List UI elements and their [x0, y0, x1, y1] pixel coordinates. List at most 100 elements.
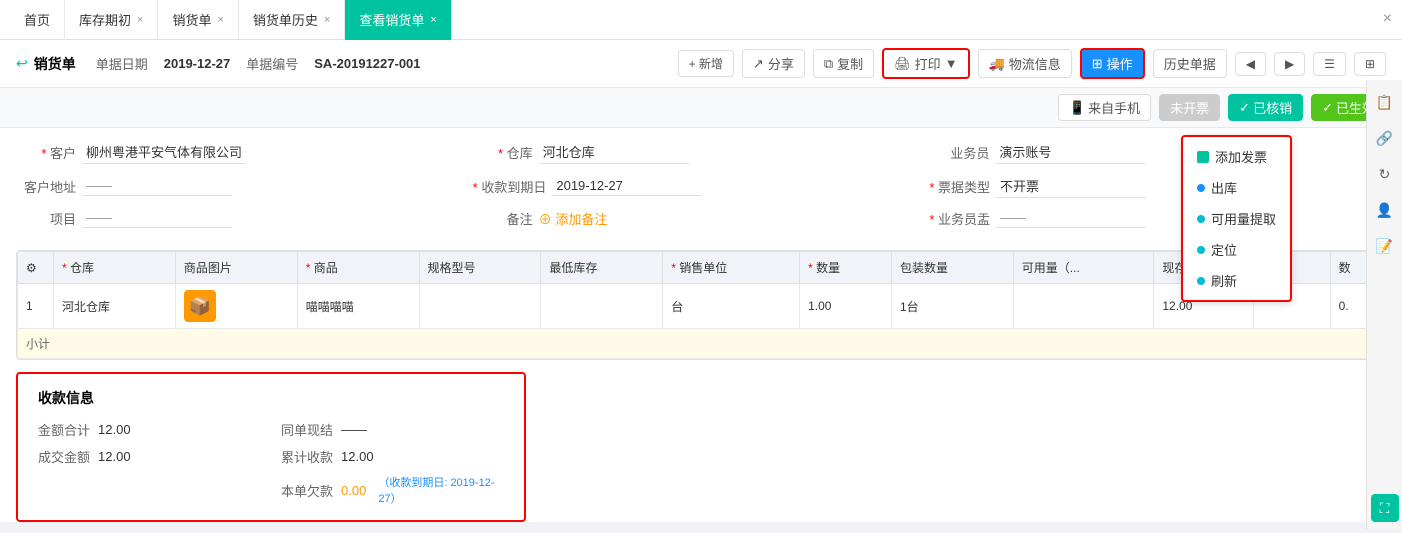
effective-icon: ✓ — [1322, 100, 1333, 116]
doc-title: 销货单 — [34, 54, 76, 74]
locate-dot-icon — [1197, 246, 1205, 254]
staff-value: —— — [996, 208, 1146, 228]
right-icon-link[interactable]: 🔗 — [1371, 124, 1399, 152]
summary-title: 收款信息 — [38, 388, 504, 408]
check-icon: ✓ — [1239, 100, 1250, 116]
print-icon: 🖨 — [894, 56, 911, 72]
salesman-field: 业务员 演示账号 — [929, 140, 1386, 164]
tab-sales-order[interactable]: 销货单 × — [158, 0, 238, 40]
subtotal-label: 小计 — [18, 329, 1385, 359]
view-grid-button[interactable]: ⊞ — [1354, 52, 1386, 76]
tab-inventory-init[interactable]: 库存期初 × — [65, 0, 158, 40]
copy-button[interactable]: ⧉ 复制 — [813, 49, 874, 78]
verified-label: 已核销 — [1253, 98, 1292, 117]
close-icon-4[interactable]: × — [430, 14, 436, 26]
cell-unit: 台 — [663, 284, 800, 329]
dropdown-add-invoice[interactable]: 添加发票 — [1183, 141, 1290, 172]
available-qty-dot-icon — [1197, 215, 1205, 223]
doc-header: ↩ 销货单 单据日期 2019-12-27 单据编号 SA-20191227-0… — [0, 40, 1402, 88]
cumulative-label: 累计收款 — [281, 447, 333, 466]
transaction-label: 成交金额 — [38, 447, 90, 466]
date-value: 2019-12-27 — [164, 56, 231, 71]
operation-label: 操作 — [1107, 54, 1133, 73]
tab-sales-history[interactable]: 销货单历史 × — [239, 0, 345, 40]
dropdown-refresh[interactable]: 刷新 — [1183, 265, 1290, 296]
tab-view-sales[interactable]: 查看销货单 × — [345, 0, 451, 40]
total-amount-value: 12.00 — [98, 422, 131, 437]
dropdown-available-qty[interactable]: 可用量提取 — [1183, 203, 1290, 234]
col-spec: 规格型号 — [419, 252, 541, 284]
cell-available — [1013, 284, 1154, 329]
outbound-dot-icon — [1197, 184, 1205, 192]
right-icon-user[interactable]: 👤 — [1371, 196, 1399, 224]
add-remark-button[interactable]: ⊕ 添加备注 — [539, 209, 608, 228]
history-label: 历史单据 — [1164, 54, 1216, 73]
right-icon-note[interactable]: 📝 — [1371, 232, 1399, 260]
warehouse-label: 仓库 — [473, 143, 533, 162]
address-value: —— — [82, 176, 232, 196]
refresh-dot-icon — [1197, 277, 1205, 285]
operation-button[interactable]: ⊞ 操作 — [1080, 48, 1145, 79]
warehouse-value: 河北仓库 — [539, 140, 689, 164]
window-close-icon[interactable]: × — [1383, 10, 1392, 28]
cell-qty: 1.00 — [800, 284, 892, 329]
dropdown-outbound[interactable]: 出库 — [1183, 172, 1290, 203]
warehouse-field: 仓库 河北仓库 — [473, 140, 930, 164]
operation-icon: ⊞ — [1092, 56, 1103, 72]
customer-label: 客户 — [16, 143, 76, 162]
due-date-label: 收款到期日 — [473, 177, 547, 196]
current-due-item: 本单欠款 0.00 （收款到期日: 2019-12-27） — [281, 474, 504, 506]
logistics-icon: 🚚 — [989, 56, 1005, 72]
col-gear: ⚙ — [18, 252, 54, 284]
action-row: 📱 来自手机 未开票 ✓ 已核销 ✓ 已生效 — [0, 88, 1402, 128]
remark-label: 备注 — [473, 209, 533, 228]
table-row: 1 河北仓库 📦 喵喵喵喵 台 1.00 1台 12.00 — [18, 284, 1385, 329]
staff-label: 业务员盂 — [929, 209, 990, 228]
share-button[interactable]: ↗ 分享 — [742, 49, 805, 78]
nav-next-button[interactable]: ▶ — [1274, 52, 1305, 76]
ticket-type-label: 票据类型 — [929, 177, 990, 196]
cumulative-value: 12.00 — [341, 449, 374, 464]
right-icon-doc[interactable]: 📋 — [1371, 88, 1399, 116]
remark-field: 备注 ⊕ 添加备注 — [473, 209, 930, 228]
total-amount-item: 金额合计 12.00 — [38, 420, 261, 439]
due-date-value: 2019-12-27 — [552, 176, 702, 196]
tab-home[interactable]: 首页 — [10, 0, 65, 40]
share-icon: ↗ — [753, 56, 764, 72]
add-remark-label: 添加备注 — [555, 212, 607, 227]
history-button[interactable]: 历史单据 — [1153, 49, 1227, 78]
new-button[interactable]: + 新增 — [678, 50, 734, 77]
same-order-item: 同单现结 —— — [281, 420, 504, 439]
current-due-value: 0.00 — [341, 483, 366, 498]
close-icon-2[interactable]: × — [217, 14, 223, 26]
transaction-value: 12.00 — [98, 449, 131, 464]
current-due-label: 本单欠款 — [281, 481, 333, 500]
verified-button[interactable]: ✓ 已核销 — [1228, 94, 1303, 121]
right-icon-refresh[interactable]: ↻ — [1371, 160, 1399, 188]
print-label: 打印 — [915, 54, 941, 73]
cell-pkg-qty: 1台 — [891, 284, 1013, 329]
col-available: 可用量（... — [1013, 252, 1154, 284]
project-field: 项目 —— — [16, 208, 473, 228]
close-icon-1[interactable]: × — [137, 14, 143, 26]
locate-label: 定位 — [1211, 240, 1237, 259]
close-icon-3[interactable]: × — [324, 14, 330, 26]
col-unit: 销售单位 — [663, 252, 800, 284]
from-phone-label: 来自手机 — [1088, 98, 1140, 117]
tab-inventory-init-label: 库存期初 — [79, 10, 131, 29]
print-button[interactable]: 🖨 打印 ▼ — [882, 48, 969, 79]
from-phone-button[interactable]: 📱 来自手机 — [1058, 94, 1151, 121]
dropdown-locate[interactable]: 定位 — [1183, 234, 1290, 265]
nav-prev-button[interactable]: ◀ — [1235, 52, 1266, 76]
print-dropdown-arrow[interactable]: ▼ — [945, 56, 958, 71]
right-icon-expand[interactable]: ⛶ — [1371, 494, 1399, 522]
project-value: —— — [82, 208, 232, 228]
not-open-button[interactable]: 未开票 — [1159, 94, 1220, 121]
cell-img: 📦 — [175, 284, 297, 329]
share-label: 分享 — [768, 54, 794, 73]
salesman-value: 演示账号 — [995, 140, 1145, 164]
col-pkg-qty: 包装数量 — [891, 252, 1013, 284]
view-list-button[interactable]: ☰ — [1313, 52, 1346, 76]
logistics-button[interactable]: 🚚 物流信息 — [978, 49, 1072, 78]
cell-product: 喵喵喵喵 — [297, 284, 419, 329]
